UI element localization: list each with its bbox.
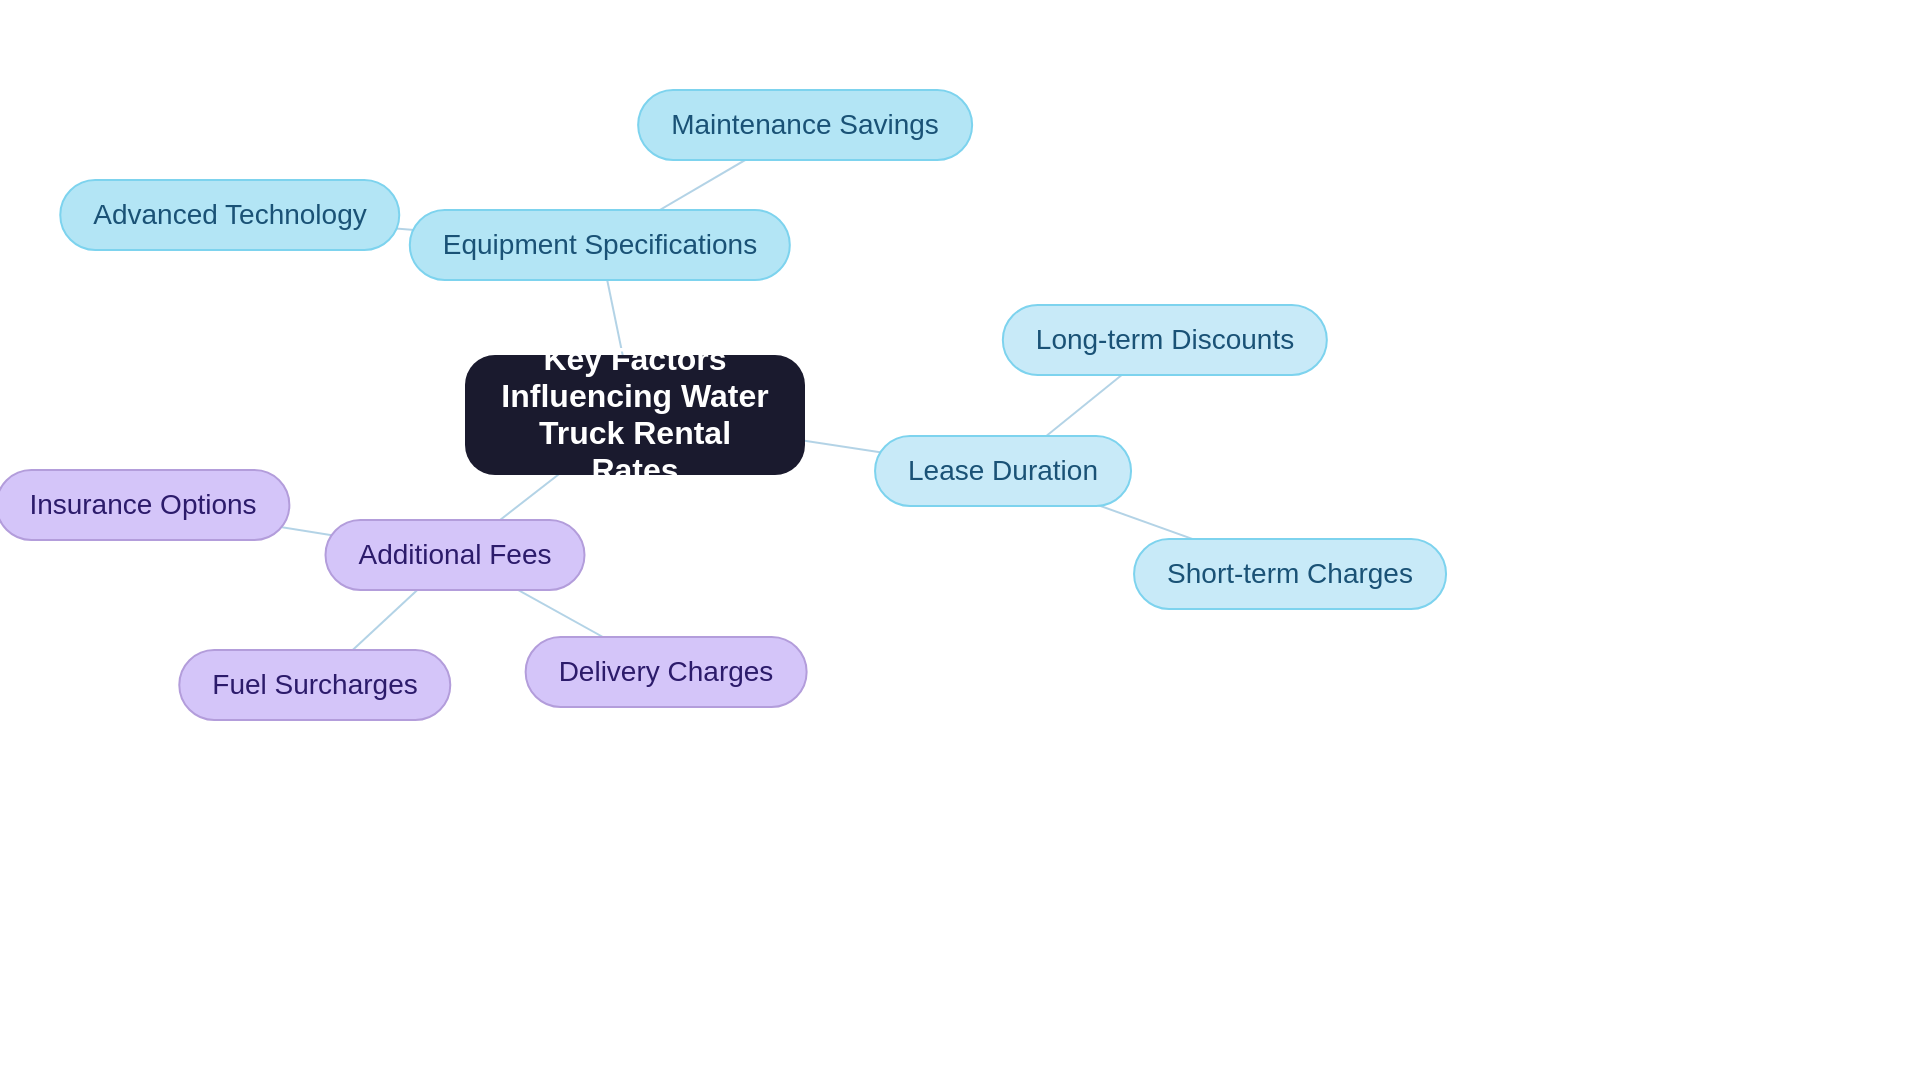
center-node: Key Factors Influencing WaterTruck Renta… [465, 355, 805, 475]
maintenance-savings-label: Maintenance Savings [671, 109, 939, 141]
maintenance-savings-node: Maintenance Savings [637, 89, 973, 161]
advanced-technology-node: Advanced Technology [59, 179, 400, 251]
center-label: Key Factors Influencing WaterTruck Renta… [497, 341, 773, 489]
lease-duration-label: Lease Duration [908, 455, 1098, 487]
short-term-charges-node: Short-term Charges [1133, 538, 1447, 610]
advanced-technology-label: Advanced Technology [93, 199, 366, 231]
equipment-specifications-label: Equipment Specifications [443, 229, 757, 261]
mindmap-container: Key Factors Influencing WaterTruck Renta… [0, 0, 1920, 1083]
long-term-discounts-label: Long-term Discounts [1036, 324, 1294, 356]
short-term-charges-label: Short-term Charges [1167, 558, 1413, 590]
delivery-charges-node: Delivery Charges [525, 636, 808, 708]
long-term-discounts-node: Long-term Discounts [1002, 304, 1328, 376]
insurance-options-node: Insurance Options [0, 469, 291, 541]
delivery-charges-label: Delivery Charges [559, 656, 774, 688]
fuel-surcharges-label: Fuel Surcharges [212, 669, 417, 701]
insurance-options-label: Insurance Options [29, 489, 256, 521]
lease-duration-node: Lease Duration [874, 435, 1132, 507]
fuel-surcharges-node: Fuel Surcharges [178, 649, 451, 721]
connections-svg [0, 0, 1920, 1083]
additional-fees-node: Additional Fees [324, 519, 585, 591]
additional-fees-label: Additional Fees [358, 539, 551, 571]
equipment-specifications-node: Equipment Specifications [409, 209, 791, 281]
